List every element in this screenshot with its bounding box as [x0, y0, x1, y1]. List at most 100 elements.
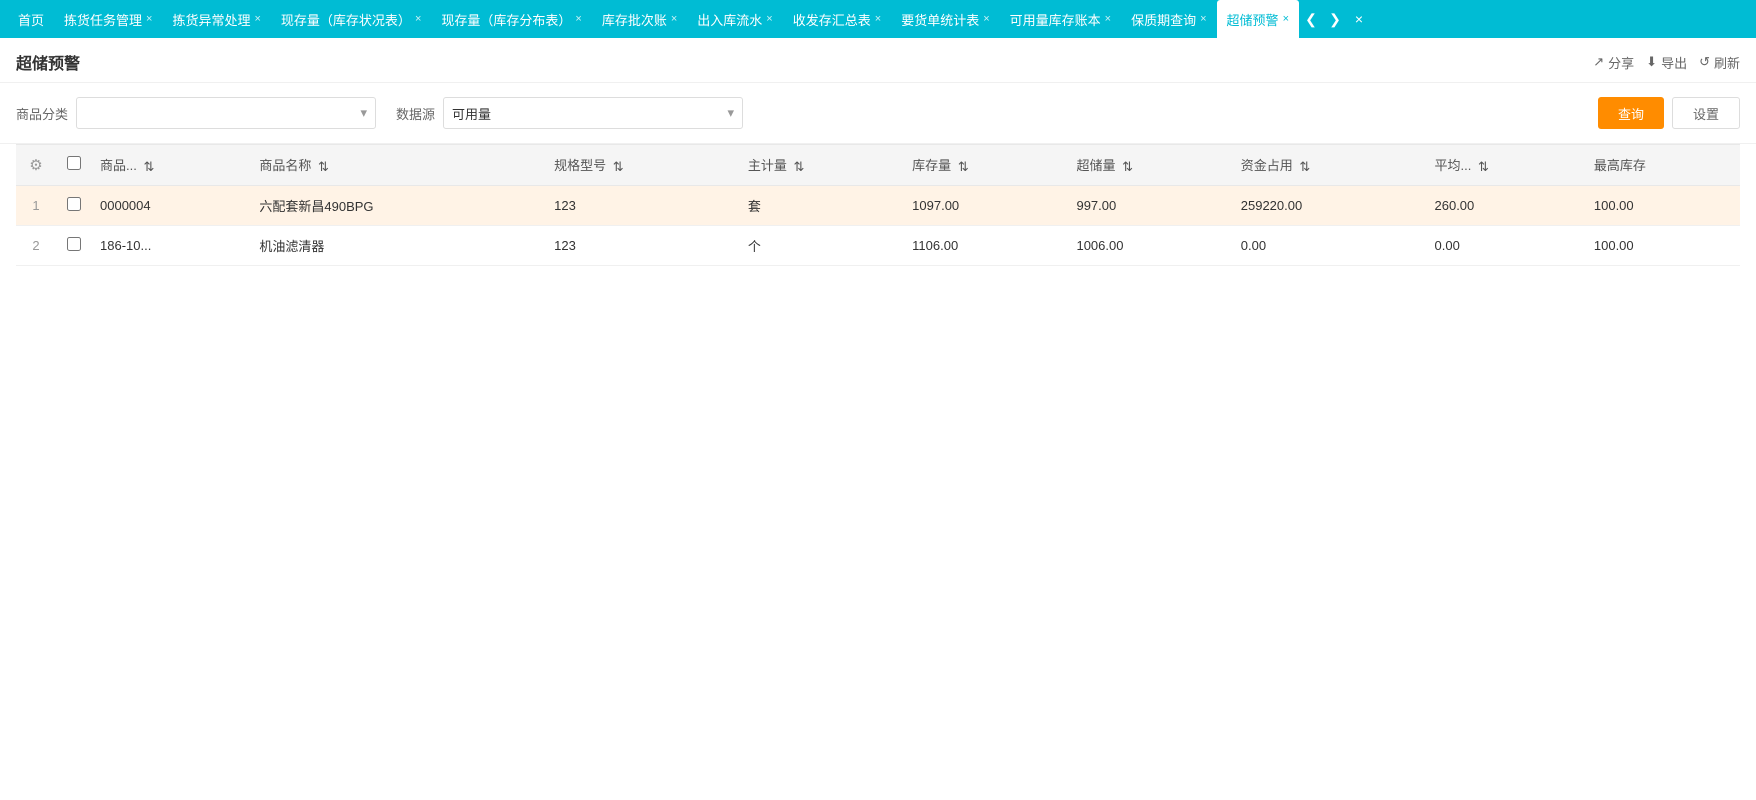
- datasource-select[interactable]: 可用量 ▾: [443, 97, 743, 129]
- col-product-name[interactable]: 商品名称 ⇅: [251, 145, 546, 186]
- share-icon: ↗: [1593, 54, 1604, 70]
- nav-abnormal-close[interactable]: ×: [254, 13, 260, 25]
- filter-datasource: 数据源 可用量 ▾: [396, 97, 743, 129]
- nav-batch-close[interactable]: ×: [671, 13, 677, 25]
- nav-collect-summary-close[interactable]: ×: [875, 13, 881, 25]
- product-name-sort-icon: ⇅: [318, 159, 329, 175]
- col-avg[interactable]: 平均... ⇅: [1427, 145, 1586, 186]
- row-capital: 0.00: [1233, 225, 1427, 265]
- col-stock[interactable]: 库存量 ⇅: [904, 145, 1068, 186]
- share-button[interactable]: ↗ 分享: [1593, 53, 1634, 72]
- nav-task-mgmt-close[interactable]: ×: [146, 13, 152, 25]
- nav-item-batch[interactable]: 库存批次账 ×: [592, 0, 687, 38]
- nav-arrow-more[interactable]: ×: [1347, 0, 1371, 38]
- col-unit[interactable]: 主计量 ⇅: [740, 145, 904, 186]
- nav-quality-check-close[interactable]: ×: [1200, 13, 1206, 25]
- row-spec: 123: [546, 185, 740, 225]
- nav-inventory-dist-label: 现存量（库存分布表）: [441, 10, 571, 29]
- row-stock: 1097.00: [904, 185, 1068, 225]
- nav-collect-summary-label: 收发存汇总表: [793, 10, 871, 29]
- nav-item-inventory-status[interactable]: 现存量（库存状况表） ×: [271, 0, 431, 38]
- nav-quality-check-label: 保质期查询: [1131, 10, 1196, 29]
- col-gear: ⚙: [16, 145, 56, 186]
- row-product-code: 0000004: [92, 185, 251, 225]
- nav-inout-flow-close[interactable]: ×: [766, 13, 772, 25]
- nav-item-usable-account[interactable]: 可用量库存账本 ×: [1000, 0, 1121, 38]
- page-content: 超储预警 ↗ 分享 ⬇ 导出 ↺ 刷新 商品分类 ▾ 数据源: [0, 38, 1756, 800]
- nav-item-task-mgmt[interactable]: 拣货任务管理 ×: [54, 0, 162, 38]
- refresh-button[interactable]: ↺ 刷新: [1699, 53, 1740, 72]
- col-max-stock[interactable]: 最高库存: [1586, 145, 1740, 186]
- col-product-code-label: 商品...: [100, 158, 137, 173]
- row-product-name: 机油滤清器: [251, 225, 546, 265]
- table-header-row: ⚙ 商品... ⇅ 商品名称 ⇅ 规格型号 ⇅: [16, 145, 1740, 186]
- table-gear-icon[interactable]: ⚙: [29, 157, 42, 174]
- row-overstock: 997.00: [1068, 185, 1232, 225]
- row-checkbox-cell: [56, 225, 92, 265]
- datasource-label: 数据源: [396, 104, 435, 123]
- row-unit: 套: [740, 185, 904, 225]
- category-select[interactable]: ▾: [76, 97, 376, 129]
- row-product-name: 六配套新昌490BPG: [251, 185, 546, 225]
- nav-usable-account-label: 可用量库存账本: [1010, 10, 1101, 29]
- nav-item-quality-check[interactable]: 保质期查询 ×: [1121, 0, 1216, 38]
- nav-inout-flow-label: 出入库流水: [697, 10, 762, 29]
- top-navigation: 首页 拣货任务管理 × 拣货异常处理 × 现存量（库存状况表） × 现存量（库存…: [0, 0, 1756, 38]
- spec-sort-icon: ⇅: [613, 159, 624, 175]
- overstock-sort-icon: ⇅: [1122, 159, 1133, 175]
- nav-usable-account-close[interactable]: ×: [1105, 13, 1111, 25]
- col-overstock[interactable]: 超储量 ⇅: [1068, 145, 1232, 186]
- nav-item-collect-summary[interactable]: 收发存汇总表 ×: [783, 0, 891, 38]
- col-product-code[interactable]: 商品... ⇅: [92, 145, 251, 186]
- nav-batch-label: 库存批次账: [602, 10, 667, 29]
- row-spec: 123: [546, 225, 740, 265]
- nav-order-stats-label: 要货单统计表: [901, 10, 979, 29]
- nav-item-inout-flow[interactable]: 出入库流水 ×: [687, 0, 782, 38]
- filter-category: 商品分类 ▾: [16, 97, 376, 129]
- table-body: 1 0000004 六配套新昌490BPG 123 套 1097.00 997.…: [16, 185, 1740, 265]
- unit-sort-icon: ⇅: [794, 159, 805, 175]
- col-capital[interactable]: 资金占用 ⇅: [1233, 145, 1427, 186]
- main-table: ⚙ 商品... ⇅ 商品名称 ⇅ 规格型号 ⇅: [16, 144, 1740, 266]
- nav-arrow-left[interactable]: ❮: [1299, 0, 1323, 38]
- table-container: ⚙ 商品... ⇅ 商品名称 ⇅ 规格型号 ⇅: [0, 144, 1756, 266]
- select-all-checkbox[interactable]: [67, 156, 81, 170]
- row-checkbox[interactable]: [67, 197, 81, 211]
- query-button[interactable]: 查询: [1598, 97, 1664, 129]
- nav-inventory-status-close[interactable]: ×: [415, 13, 421, 25]
- stock-sort-icon: ⇅: [958, 159, 969, 175]
- settings-button[interactable]: 设置: [1672, 97, 1740, 129]
- category-label: 商品分类: [16, 104, 68, 123]
- header-actions: ↗ 分享 ⬇ 导出 ↺ 刷新: [1593, 53, 1740, 72]
- nav-overstock-warning-close[interactable]: ×: [1283, 13, 1289, 25]
- row-stock: 1106.00: [904, 225, 1068, 265]
- nav-item-overstock-warning[interactable]: 超储预警 ×: [1217, 0, 1299, 38]
- avg-sort-icon: ⇅: [1478, 159, 1489, 175]
- nav-abnormal-label: 拣货异常处理: [172, 10, 250, 29]
- table-row: 1 0000004 六配套新昌490BPG 123 套 1097.00 997.…: [16, 185, 1740, 225]
- nav-item-inventory-dist[interactable]: 现存量（库存分布表） ×: [431, 0, 591, 38]
- nav-item-home[interactable]: 首页: [8, 0, 54, 38]
- row-index: 2: [16, 225, 56, 265]
- filter-actions: 查询 设置: [1598, 97, 1740, 129]
- row-checkbox[interactable]: [67, 237, 81, 251]
- category-select-arrow: ▾: [360, 105, 367, 121]
- col-max-stock-label: 最高库存: [1594, 158, 1646, 173]
- col-unit-label: 主计量: [748, 158, 787, 173]
- export-label: 导出: [1661, 53, 1687, 72]
- col-spec[interactable]: 规格型号 ⇅: [546, 145, 740, 186]
- nav-inventory-dist-close[interactable]: ×: [575, 13, 581, 25]
- nav-task-mgmt-label: 拣货任务管理: [64, 10, 142, 29]
- nav-item-order-stats[interactable]: 要货单统计表 ×: [891, 0, 999, 38]
- datasource-select-value: 可用量: [452, 104, 491, 123]
- export-button[interactable]: ⬇ 导出: [1646, 53, 1687, 72]
- nav-arrow-right[interactable]: ❯: [1323, 0, 1347, 38]
- row-avg: 0.00: [1427, 225, 1586, 265]
- row-checkbox-cell: [56, 185, 92, 225]
- nav-overstock-warning-label: 超储预警: [1227, 10, 1279, 29]
- row-capital: 259220.00: [1233, 185, 1427, 225]
- nav-inventory-status-label: 现存量（库存状况表）: [281, 10, 411, 29]
- nav-item-abnormal[interactable]: 拣货异常处理 ×: [162, 0, 270, 38]
- nav-order-stats-close[interactable]: ×: [983, 13, 989, 25]
- col-overstock-label: 超储量: [1076, 158, 1115, 173]
